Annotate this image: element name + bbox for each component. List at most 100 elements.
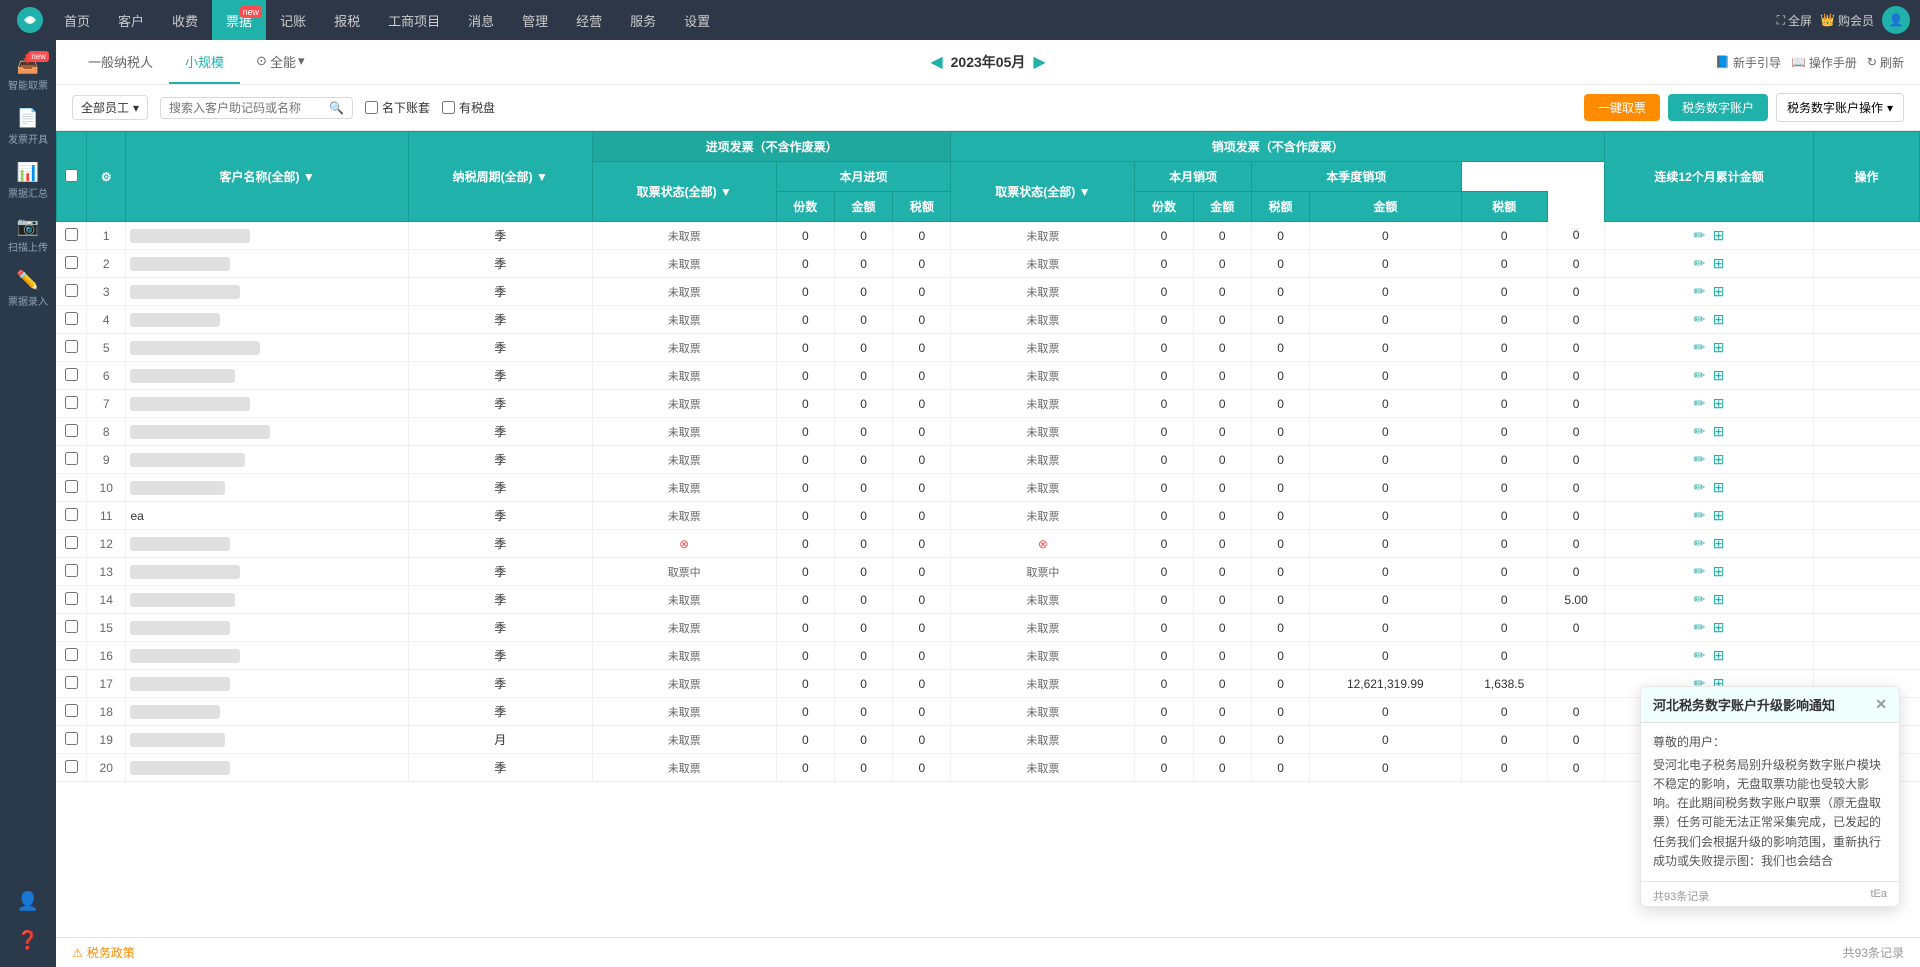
tax-digital-account-action-btn[interactable]: 税务数字账户操作 ▾ <box>1776 93 1904 122</box>
edit-icon[interactable]: ✏ <box>1694 451 1706 467</box>
employee-select[interactable]: 全部员工 ▾ <box>72 95 148 120</box>
th-tax-period[interactable]: 纳税周期(全部) ▼ <box>408 132 592 222</box>
row-checkbox[interactable] <box>65 424 78 437</box>
edit-icon[interactable]: ✏ <box>1694 227 1706 243</box>
tab-general-taxpayer[interactable]: 一般纳税人 <box>72 40 169 84</box>
edit-icon[interactable]: ✏ <box>1694 339 1706 355</box>
row-checkbox[interactable] <box>65 256 78 269</box>
nav-home[interactable]: 首页 <box>50 0 104 40</box>
edit-icon[interactable]: ✏ <box>1694 647 1706 663</box>
copy-icon[interactable]: ⊞ <box>1713 423 1725 439</box>
vip-btn[interactable]: 👑 购会员 <box>1820 12 1874 29</box>
row-checkbox[interactable] <box>65 312 78 325</box>
nav-business[interactable]: 工商项目 <box>374 0 454 40</box>
copy-icon[interactable]: ⊞ <box>1713 591 1725 607</box>
fullscreen-btn[interactable]: ⛶ 全屏 <box>1777 12 1812 29</box>
sidebar-help-btn[interactable]: ❓ <box>3 924 53 959</box>
row-checkbox[interactable] <box>65 284 78 297</box>
edit-icon[interactable]: ✏ <box>1694 507 1706 523</box>
tax-digital-account-btn[interactable]: 税务数字账户 <box>1668 94 1768 121</box>
row-checkbox[interactable] <box>65 676 78 689</box>
taxpad-filter-input[interactable] <box>442 101 455 114</box>
copy-icon[interactable]: ⊞ <box>1713 283 1725 299</box>
copy-icon[interactable]: ⊞ <box>1713 507 1725 523</box>
row-checkbox[interactable] <box>65 564 78 577</box>
row-checkbox[interactable] <box>65 340 78 353</box>
sidebar-item-summary[interactable]: 📊 票据汇总 <box>3 156 53 206</box>
nav-bookkeeping[interactable]: 记账 <box>266 0 320 40</box>
row-checkbox[interactable] <box>65 508 78 521</box>
copy-icon[interactable]: ⊞ <box>1713 619 1725 635</box>
edit-icon[interactable]: ✏ <box>1694 283 1706 299</box>
edit-icon[interactable]: ✏ <box>1694 591 1706 607</box>
row-checkbox[interactable] <box>65 480 78 493</box>
account-filter-input[interactable] <box>365 101 378 114</box>
taxpad-filter-checkbox[interactable]: 有税盘 <box>442 99 495 116</box>
nav-manage[interactable]: 管理 <box>508 0 562 40</box>
copy-icon[interactable]: ⊞ <box>1713 451 1725 467</box>
row-checkbox[interactable] <box>65 704 78 717</box>
sidebar-item-smart-invoice[interactable]: 📥 new 智能取票 <box>3 48 53 98</box>
th-in-status[interactable]: 取票状态(全部) ▼ <box>592 162 776 222</box>
edit-icon[interactable]: ✏ <box>1694 619 1706 635</box>
sidebar-item-scan[interactable]: 📷 扫描上传 <box>3 210 53 260</box>
copy-icon[interactable]: ⊞ <box>1713 255 1725 271</box>
row-checkbox[interactable] <box>65 760 78 773</box>
account-filter-checkbox[interactable]: 名下账套 <box>365 99 430 116</box>
row-checkbox[interactable] <box>65 396 78 409</box>
nav-operation[interactable]: 经营 <box>562 0 616 40</box>
copy-icon[interactable]: ⊞ <box>1713 563 1725 579</box>
copy-icon[interactable]: ⊞ <box>1713 479 1725 495</box>
nav-tax[interactable]: 报税 <box>320 0 374 40</box>
edit-icon[interactable]: ✏ <box>1694 535 1706 551</box>
edit-icon[interactable]: ✏ <box>1694 423 1706 439</box>
customer-search-input[interactable] <box>161 98 321 118</box>
new-user-guide-btn[interactable]: 📘 新手引导 <box>1715 54 1781 71</box>
row-checkbox[interactable] <box>65 592 78 605</box>
notification-close-btn[interactable]: ✕ <box>1875 696 1887 713</box>
nav-settings[interactable]: 设置 <box>670 0 724 40</box>
row-checkbox[interactable] <box>65 732 78 745</box>
copy-icon[interactable]: ⊞ <box>1713 367 1725 383</box>
th-customer-name[interactable]: 客户名称(全部) ▼ <box>126 132 408 222</box>
edit-icon[interactable]: ✏ <box>1694 367 1706 383</box>
copy-icon[interactable]: ⊞ <box>1713 535 1725 551</box>
prev-month-btn[interactable]: ◀ <box>930 52 942 72</box>
th-out-status[interactable]: 取票状态(全部) ▼ <box>951 162 1135 222</box>
out-tax-cell: 0 <box>1251 614 1309 642</box>
edit-icon[interactable]: ✏ <box>1694 563 1706 579</box>
search-icon[interactable]: 🔍 <box>321 101 352 115</box>
nav-service[interactable]: 服务 <box>616 0 670 40</box>
refresh-btn[interactable]: ↻ 刷新 <box>1867 54 1904 71</box>
copy-icon[interactable]: ⊞ <box>1713 647 1725 663</box>
copy-icon[interactable]: ⊞ <box>1713 311 1725 327</box>
nav-invoice[interactable]: 票据 new <box>212 0 266 40</box>
nav-fee[interactable]: 收费 <box>158 0 212 40</box>
tab-small-scale[interactable]: 小规模 <box>169 40 240 84</box>
row-checkbox[interactable] <box>65 368 78 381</box>
sidebar-item-open-invoice[interactable]: 📄 发票开具 <box>3 102 53 152</box>
edit-icon[interactable]: ✏ <box>1694 479 1706 495</box>
copy-icon[interactable]: ⊞ <box>1713 339 1725 355</box>
nav-message[interactable]: 消息 <box>454 0 508 40</box>
row-checkbox[interactable] <box>65 536 78 549</box>
user-avatar[interactable]: 👤 <box>1882 6 1910 34</box>
nav-customer[interactable]: 客户 <box>104 0 158 40</box>
tab-all[interactable]: ⊙ 全能 ▾ <box>240 40 320 84</box>
sidebar-user-btn[interactable]: 👤 <box>3 885 53 920</box>
edit-icon[interactable]: ✏ <box>1694 395 1706 411</box>
manual-btn[interactable]: 📖 操作手册 <box>1791 54 1857 71</box>
row-checkbox[interactable] <box>65 228 78 241</box>
one-click-invoice-btn[interactable]: 一键取票 <box>1584 94 1660 121</box>
row-checkbox[interactable] <box>65 648 78 661</box>
edit-icon[interactable]: ✏ <box>1694 255 1706 271</box>
row-checkbox[interactable] <box>65 452 78 465</box>
row-checkbox[interactable] <box>65 620 78 633</box>
sidebar-item-entry[interactable]: ✏️ 票据录入 <box>3 264 53 314</box>
next-month-btn[interactable]: ▶ <box>1033 52 1045 72</box>
copy-icon[interactable]: ⊞ <box>1713 395 1725 411</box>
edit-icon[interactable]: ✏ <box>1694 311 1706 327</box>
copy-icon[interactable]: ⊞ <box>1713 227 1725 243</box>
select-all-checkbox[interactable] <box>65 169 78 182</box>
tax-policy-link[interactable]: ⚠ 税务政策 <box>72 944 135 961</box>
